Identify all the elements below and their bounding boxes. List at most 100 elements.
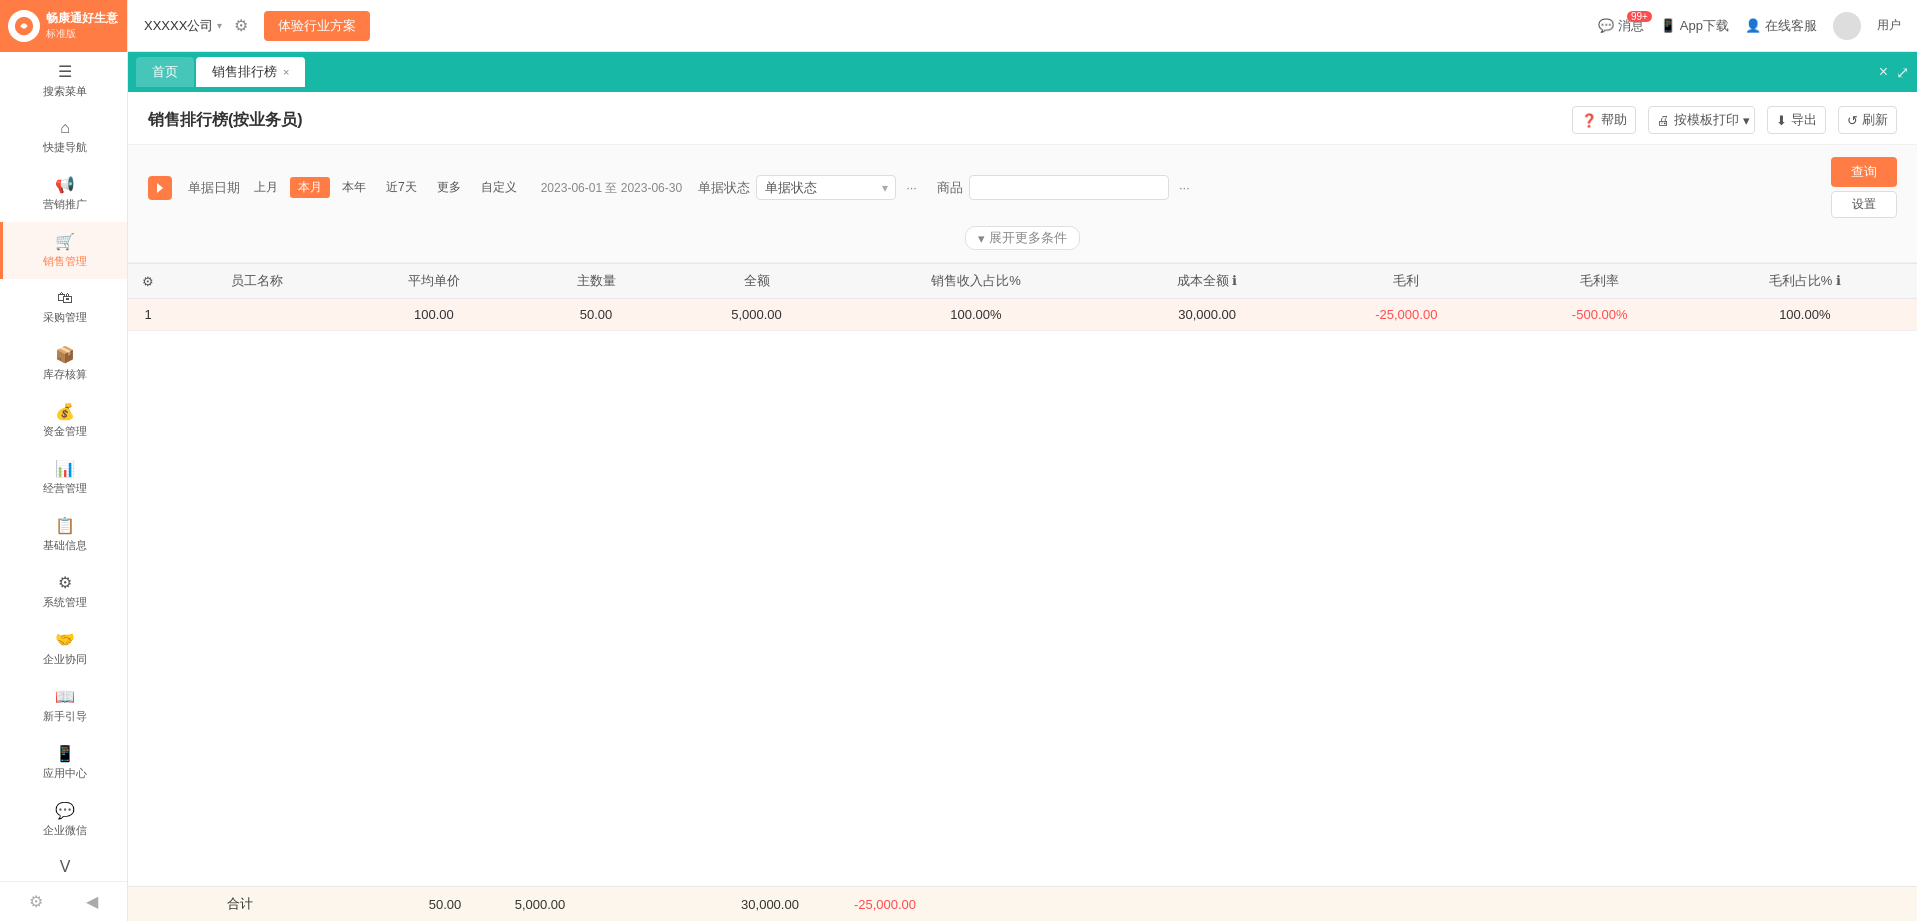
date-range-item: 2023-06-01 至 2023-06-30 [541,178,682,197]
cell-gross: -25,000.00 [1306,299,1507,331]
sidebar-item-0[interactable]: ☰ 搜索菜单 [0,52,127,109]
goods-dots-btn[interactable]: ··· [1175,180,1194,195]
col-gross-rate: 毛利率 [1507,264,1693,299]
tabbar-right: × ⤢ [1879,63,1909,82]
app-name: 畅康通好生意 [46,11,118,27]
help-btn[interactable]: ❓ 帮助 [1572,106,1636,134]
refresh-btn[interactable]: ↺ 刷新 [1838,106,1897,134]
date-option-this-month[interactable]: 本月 [290,177,330,198]
help-icon: ❓ [1581,113,1597,128]
search-btn[interactable]: 查询 [1831,157,1897,187]
col-sales-pct: 销售收入占比% [844,264,1109,299]
tab-sales-ranking[interactable]: 销售排行榜 × [196,57,305,87]
date-option-this-year[interactable]: 本年 [334,177,374,198]
cell-main-qty: 50.00 [523,299,670,331]
sidebar-label-9: 系统管理 [43,595,87,610]
sidebar-item-1[interactable]: ⌂ 快捷导航 [0,109,127,165]
filter-area: 单据日期 上月 本月 本年 近7天 更多 自定义 2023-06-01 至 20… [128,145,1917,263]
tabbar: 首页 销售排行榜 × × ⤢ [128,52,1917,92]
sidebar-item-5[interactable]: 📦 库存核算 [0,335,127,392]
cell-gross-pct: 100.00% [1693,299,1917,331]
expand-conditions-btn[interactable]: ▾ 展开更多条件 [965,226,1080,250]
message-btn[interactable]: 💬 消息 99+ [1598,17,1644,35]
sidebar-label-2: 营销推广 [43,197,87,212]
sidebar-collapse-btn[interactable]: ◀ [86,892,98,911]
sidebar-icon-11: 📖 [55,687,75,706]
sidebar-settings-btn[interactable]: ⚙ [29,892,43,911]
sidebar-label-4: 采购管理 [43,310,87,325]
status-select-wrap: 单据状态 [756,175,896,200]
sidebar-label-12: 应用中心 [43,766,87,781]
cell-avg-price: 100.00 [345,299,522,331]
status-filter-label: 单据状态 [698,179,750,197]
print-label: 按模板打印 [1674,111,1739,129]
page-header-actions: ❓ 帮助 🖨 按模板打印 ▾ ⬇ 导出 ↺ 刷新 [1572,106,1897,134]
topbar: XXXXX公司 ▾ ⚙ 体验行业方案 💬 消息 99+ 📱 App下载 👤 在线… [128,0,1917,52]
sidebar-item-7[interactable]: 📊 经营管理 [0,449,127,506]
sidebar-item-13[interactable]: 💬 企业微信 [0,791,127,848]
sidebar-icon-7: 📊 [55,459,75,478]
sidebar-item-11[interactable]: 📖 新手引导 [0,677,127,734]
message-badge: 99+ [1627,11,1652,22]
sidebar-item-2[interactable]: 📢 营销推广 [0,165,127,222]
sidebar-icon-4: 🛍 [57,289,73,307]
avatar[interactable] [1833,12,1861,40]
filter-collapse-btn[interactable] [148,176,172,200]
sidebar-item-4[interactable]: 🛍 采购管理 [0,279,127,335]
date-option-more[interactable]: 更多 [429,177,469,198]
footer-gross: -25,000.00 [830,897,940,912]
sidebar-label-5: 库存核算 [43,367,87,382]
date-options: 上月 本月 本年 近7天 更多 自定义 [246,177,525,198]
online-service-icon: 👤 [1745,18,1761,33]
col-main-qty: 主数量 [523,264,670,299]
sidebar-icon-14: V [60,858,71,876]
app-download-btn[interactable]: 📱 App下载 [1660,17,1729,35]
tab-close-window-icon[interactable]: × [1879,63,1888,81]
online-service-btn[interactable]: 👤 在线客服 [1745,17,1817,35]
tab-close-icon[interactable]: × [283,66,289,78]
date-option-custom[interactable]: 自定义 [473,177,525,198]
print-chevron-icon: ▾ [1743,113,1750,128]
tab-home-label: 首页 [152,63,178,81]
print-btn[interactable]: 🖨 按模板打印 ▾ [1648,106,1755,134]
export-icon: ⬇ [1776,113,1787,128]
date-option-last-7-days[interactable]: 近7天 [378,177,425,198]
col-total: 全额 [669,264,843,299]
sidebar-label-8: 基础信息 [43,538,87,553]
sidebar-item-12[interactable]: 📱 应用中心 [0,734,127,791]
table-body: 1 100.00 50.00 5,000.00 100.00% 30,000.0… [128,299,1917,331]
cell-cost: 30,000.00 [1108,299,1305,331]
app-sub: 标准版 [46,27,118,41]
sidebar-item-6[interactable]: 💰 资金管理 [0,392,127,449]
sidebar-item-14[interactable]: V 畅会员 [0,848,127,881]
sidebar-item-8[interactable]: 📋 基础信息 [0,506,127,563]
col-settings: ⚙ [128,264,168,299]
cell-index: 1 [128,299,168,331]
help-label: 帮助 [1601,111,1627,129]
footer-total-label: 合计 [180,895,300,913]
refresh-label: 刷新 [1862,111,1888,129]
status-select[interactable]: 单据状态 [756,175,896,200]
goods-input[interactable] [969,175,1169,200]
company-selector[interactable]: XXXXX公司 ▾ [144,17,222,35]
page-container: 销售排行榜(按业务员) ❓ 帮助 🖨 按模板打印 ▾ ⬇ 导出 [128,92,1917,921]
avatar-name: 用户 [1877,17,1901,34]
topbar-gear-icon[interactable]: ⚙ [234,16,248,35]
trial-btn[interactable]: 体验行业方案 [264,11,370,41]
export-btn[interactable]: ⬇ 导出 [1767,106,1826,134]
sidebar-icon-2: 📢 [55,175,75,194]
date-option-last-month[interactable]: 上月 [246,177,286,198]
sidebar-item-3[interactable]: 🛒 销售管理 [0,222,127,279]
page-title: 销售排行榜(按业务员) [148,110,303,131]
tab-maximize-icon[interactable]: ⤢ [1896,63,1909,82]
status-dots-btn[interactable]: ··· [902,180,921,195]
filter-settings-btn[interactable]: 设置 [1831,191,1897,218]
sidebar-label-6: 资金管理 [43,424,87,439]
sidebar-item-10[interactable]: 🤝 企业协同 [0,620,127,677]
sidebar-label-13: 企业微信 [43,823,87,838]
cell-gross-rate: -500.00% [1507,299,1693,331]
sidebar-item-9[interactable]: ⚙ 系统管理 [0,563,127,620]
sidebar-icon-12: 📱 [55,744,75,763]
message-icon: 💬 [1598,18,1614,33]
tab-home[interactable]: 首页 [136,57,194,87]
